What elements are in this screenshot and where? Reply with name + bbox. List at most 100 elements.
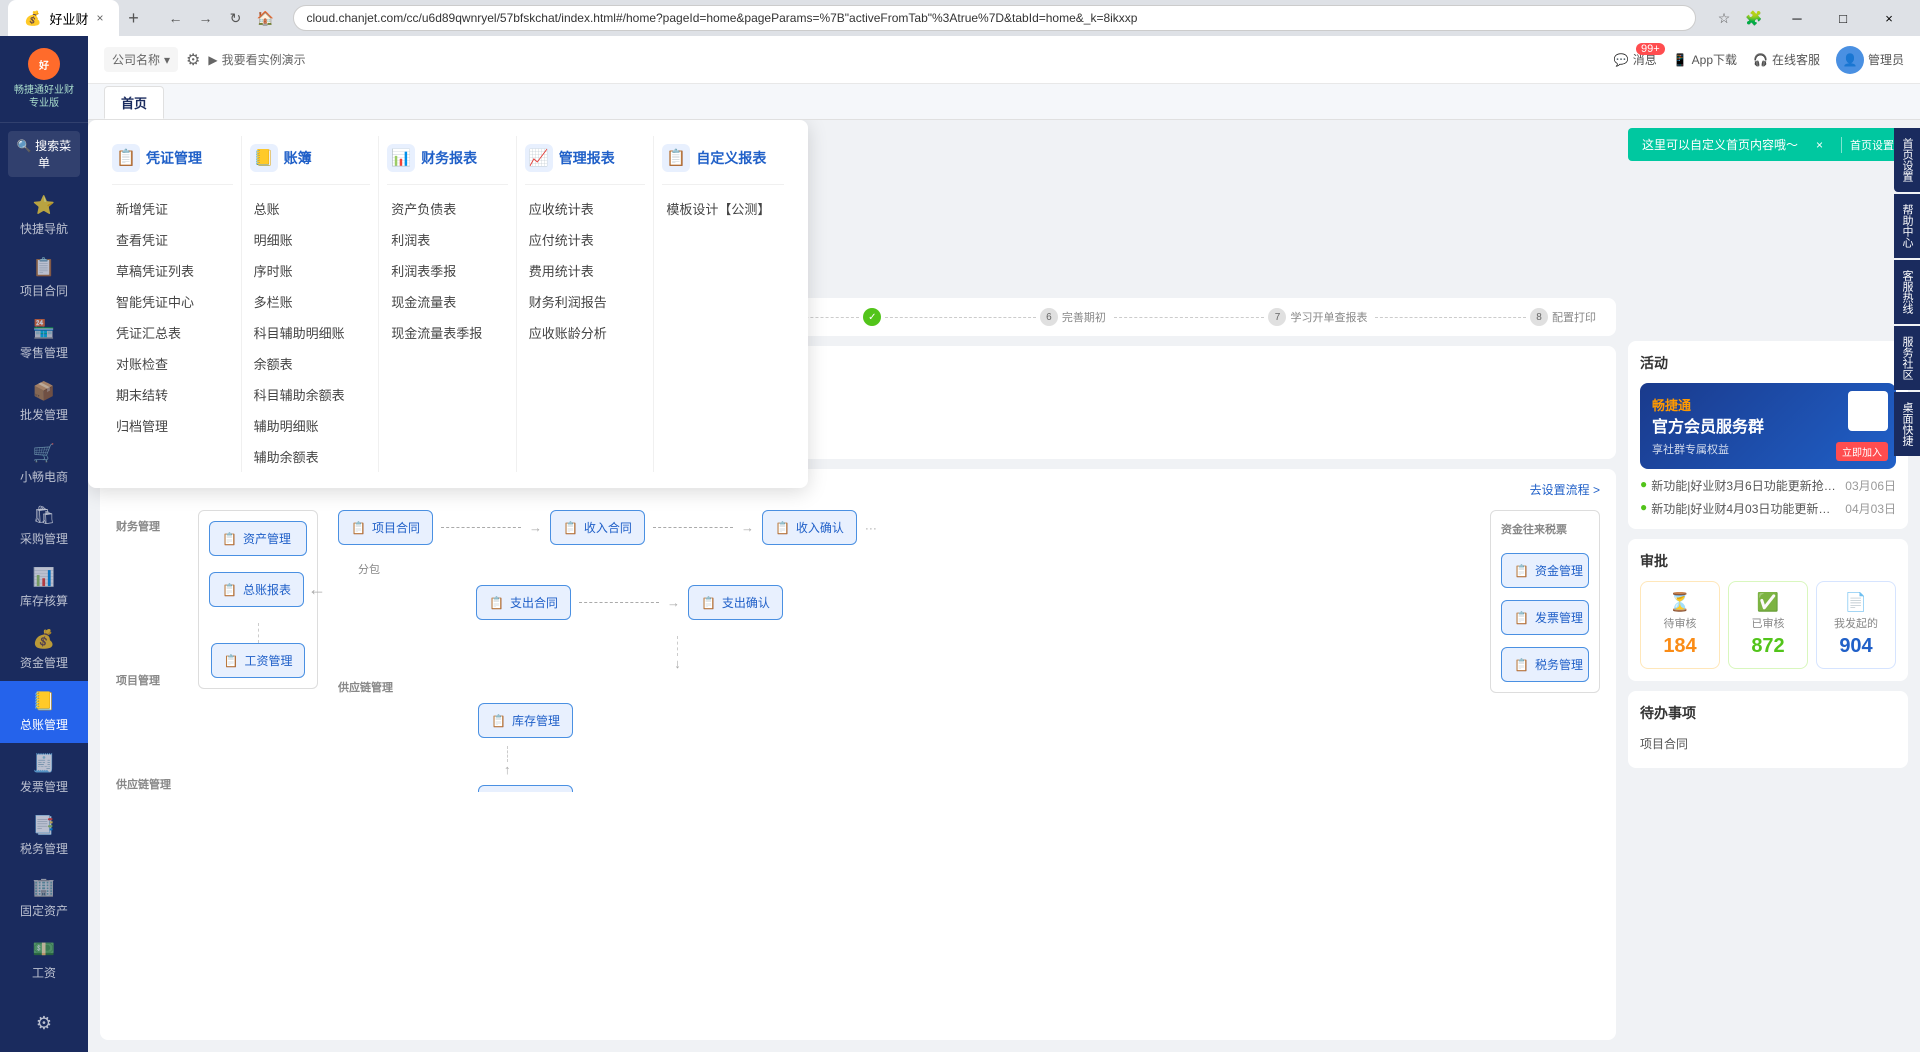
- flow-income-confirm[interactable]: 📋 收入确认: [762, 510, 857, 545]
- tab-close-button[interactable]: ×: [96, 11, 103, 25]
- pending-icon: ⏳: [1647, 592, 1713, 613]
- flow-income-contract[interactable]: 📋 收入合同: [550, 510, 645, 545]
- home-button[interactable]: 🏠: [253, 6, 277, 30]
- menu-item-draft-voucher[interactable]: 草稿凭证列表: [112, 255, 233, 286]
- menu-item-general-ledger[interactable]: 总账: [250, 193, 371, 224]
- community-btn[interactable]: 服务社区: [1894, 326, 1920, 390]
- project-contract-row: 📋 项目合同 → 📋 收入合同: [338, 510, 877, 545]
- menu-item-balance-table[interactable]: 余额表: [250, 348, 371, 379]
- activity-banner[interactable]: 畅捷通 官方会员服务群 享社群专属权益 ▦ 立即加入: [1640, 383, 1896, 469]
- sidebar-settings-button[interactable]: ⚙: [32, 1003, 56, 1044]
- sidebar-item-label: 项目合同: [20, 282, 68, 299]
- vert-line-3: [507, 746, 508, 762]
- address-bar[interactable]: cloud.chanjet.com/cc/u6d89qwnryel/57bfsk…: [293, 5, 1696, 31]
- menu-item-profit-report[interactable]: 财务利润报告: [525, 286, 646, 317]
- menu-item-balance-sheet[interactable]: 资产负债表: [387, 193, 508, 224]
- menu-item-cashflow[interactable]: 现金流量表: [387, 286, 508, 317]
- active-tab[interactable]: 💰 好业财 ×: [8, 0, 119, 36]
- news-dot-1: ●: [1640, 477, 1647, 494]
- sidebar-item-ecommerce[interactable]: 🛒 小畅电商: [0, 433, 88, 495]
- sidebar-item-wholesale[interactable]: 📦 批发管理: [0, 371, 88, 433]
- menu-item-aux-detail-ledger[interactable]: 科目辅助明细账: [250, 317, 371, 348]
- sidebar-item-salary[interactable]: 💵 工资: [0, 929, 88, 991]
- app-download-button[interactable]: 📱 App下载: [1673, 51, 1737, 68]
- project-label: 项目管理: [116, 672, 186, 688]
- close-button[interactable]: ×: [1866, 0, 1912, 36]
- flow-invoice-mgmt[interactable]: 📋 发票管理: [1501, 600, 1589, 635]
- flow-salary-mgmt[interactable]: 📋 工资管理: [211, 643, 306, 678]
- company-settings-button[interactable]: ⚙: [186, 50, 200, 70]
- company-selector[interactable]: 公司名称 ▾: [104, 47, 178, 72]
- flow-expense-contract[interactable]: 📋 支出合同: [476, 585, 571, 620]
- customize-tip-close[interactable]: ×: [1816, 138, 1823, 152]
- bookmark-button[interactable]: ☆: [1712, 6, 1736, 30]
- maximize-button[interactable]: □: [1820, 0, 1866, 36]
- menu-item-voucher-summary[interactable]: 凭证汇总表: [112, 317, 233, 348]
- new-tab-button[interactable]: +: [119, 4, 147, 32]
- help-center-btn[interactable]: 帮助中心: [1894, 194, 1920, 258]
- sidebar-item-retail[interactable]: 🏪 零售管理: [0, 309, 88, 371]
- flow-asset-mgmt[interactable]: 📋 资产管理: [209, 521, 307, 556]
- news-item-1[interactable]: ● 新功能|好业财3月6日功能更新抢先知 03月06日: [1640, 477, 1896, 494]
- search-menu-button[interactable]: 🔍 搜索菜单: [8, 131, 80, 177]
- sidebar-nav: ⭐ 快捷导航 📋 项目合同 🏪 零售管理 📦 批发管理 🛒 小畅电商 🛍: [0, 185, 88, 995]
- flow-tax-mgmt[interactable]: 📋 税务管理: [1501, 647, 1589, 682]
- menu-item-view-voucher[interactable]: 查看凭证: [112, 224, 233, 255]
- flow-purchase[interactable]: 📋 采购管理: [478, 785, 573, 792]
- messages-button[interactable]: 💬 消息 99+: [1614, 51, 1657, 68]
- minimize-button[interactable]: ─: [1774, 0, 1820, 36]
- menu-item-smart-voucher[interactable]: 智能凭证中心: [112, 286, 233, 317]
- flow-capital-mgmt[interactable]: 📋 资金管理: [1501, 553, 1589, 588]
- sidebar-item-ledger[interactable]: 📒 总账管理: [0, 681, 88, 743]
- menu-item-aux-detail[interactable]: 辅助明细账: [250, 410, 371, 441]
- menu-item-profit-loss[interactable]: 利润表: [387, 224, 508, 255]
- sidebar-item-assets[interactable]: 🏢 固定资产: [0, 867, 88, 929]
- demo-link[interactable]: ▶ 我要看实例演示: [208, 51, 305, 68]
- menu-item-chrono-ledger[interactable]: 序时账: [250, 255, 371, 286]
- menu-item-profit-quarterly[interactable]: 利润表季报: [387, 255, 508, 286]
- menu-item-aux-balance[interactable]: 辅助余额表: [250, 441, 371, 472]
- homepage-settings-side-btn[interactable]: 首页设置: [1894, 128, 1920, 192]
- hotline-btn[interactable]: 客服热线: [1894, 260, 1920, 324]
- menu-item-period-carry[interactable]: 期末结转: [112, 379, 233, 410]
- reload-button[interactable]: ↻: [223, 6, 247, 30]
- tab-home[interactable]: 首页: [104, 86, 164, 119]
- menu-item-multi-col-ledger[interactable]: 多栏账: [250, 286, 371, 317]
- sidebar-item-capital[interactable]: 💰 资金管理: [0, 619, 88, 681]
- forward-button[interactable]: →: [193, 6, 217, 30]
- inventory-icon: 📊: [33, 567, 55, 588]
- sidebar-item-quicknav[interactable]: ⭐ 快捷导航: [0, 185, 88, 247]
- setup-flow-link[interactable]: 去设置流程 >: [1530, 481, 1600, 498]
- sidebar-item-invoice[interactable]: 🧾 发票管理: [0, 743, 88, 805]
- menu-item-cashflow-quarterly[interactable]: 现金流量表季报: [387, 317, 508, 348]
- menu-item-archive[interactable]: 归档管理: [112, 410, 233, 441]
- menu-item-template-design[interactable]: 模板设计【公测】: [662, 193, 784, 224]
- menu-item-receivable-stats[interactable]: 应收统计表: [525, 193, 646, 224]
- news-item-2[interactable]: ● 新功能|好业财4月03日功能更新抢先知 04月03日: [1640, 500, 1896, 517]
- desktop-shortcut-btn[interactable]: 桌面快捷: [1894, 392, 1920, 456]
- back-button[interactable]: ←: [163, 6, 187, 30]
- flow-ledger-report[interactable]: 📋 总账报表: [209, 572, 304, 607]
- homepage-settings-link[interactable]: 首页设置: [1841, 137, 1894, 153]
- menu-item-new-voucher[interactable]: 新增凭证: [112, 193, 233, 224]
- join-btn[interactable]: 立即加入: [1836, 442, 1888, 461]
- sidebar-item-project[interactable]: 📋 项目合同: [0, 247, 88, 309]
- menu-item-payable-stats[interactable]: 应付统计表: [525, 224, 646, 255]
- menu-item-aux-balance-table[interactable]: 科目辅助余额表: [250, 379, 371, 410]
- menu-item-reconcile[interactable]: 对账检查: [112, 348, 233, 379]
- sidebar-item-purchase[interactable]: 🛍 采购管理: [0, 495, 88, 557]
- approval-done-stat[interactable]: ✅ 已审核 872: [1728, 581, 1808, 669]
- menu-item-detail-ledger[interactable]: 明细账: [250, 224, 371, 255]
- flow-inventory[interactable]: 📋 库存管理: [478, 703, 573, 738]
- flow-project-contract[interactable]: 📋 项目合同: [338, 510, 433, 545]
- online-service-button[interactable]: 🎧 在线客服: [1753, 51, 1820, 68]
- sidebar-item-inventory[interactable]: 📊 库存核算: [0, 557, 88, 619]
- menu-item-receivable-aging[interactable]: 应收账龄分析: [525, 317, 646, 348]
- menu-item-expense-stats[interactable]: 费用统计表: [525, 255, 646, 286]
- approval-pending-stat[interactable]: ⏳ 待审核 184: [1640, 581, 1720, 669]
- user-menu-button[interactable]: 👤 管理员: [1836, 46, 1904, 74]
- sidebar-item-tax[interactable]: 📑 税务管理: [0, 805, 88, 867]
- approval-initiated-stat[interactable]: 📄 我发起的 904: [1816, 581, 1896, 669]
- flow-expense-confirm[interactable]: 📋 支出确认: [688, 585, 783, 620]
- extensions-button[interactable]: 🧩: [1742, 6, 1766, 30]
